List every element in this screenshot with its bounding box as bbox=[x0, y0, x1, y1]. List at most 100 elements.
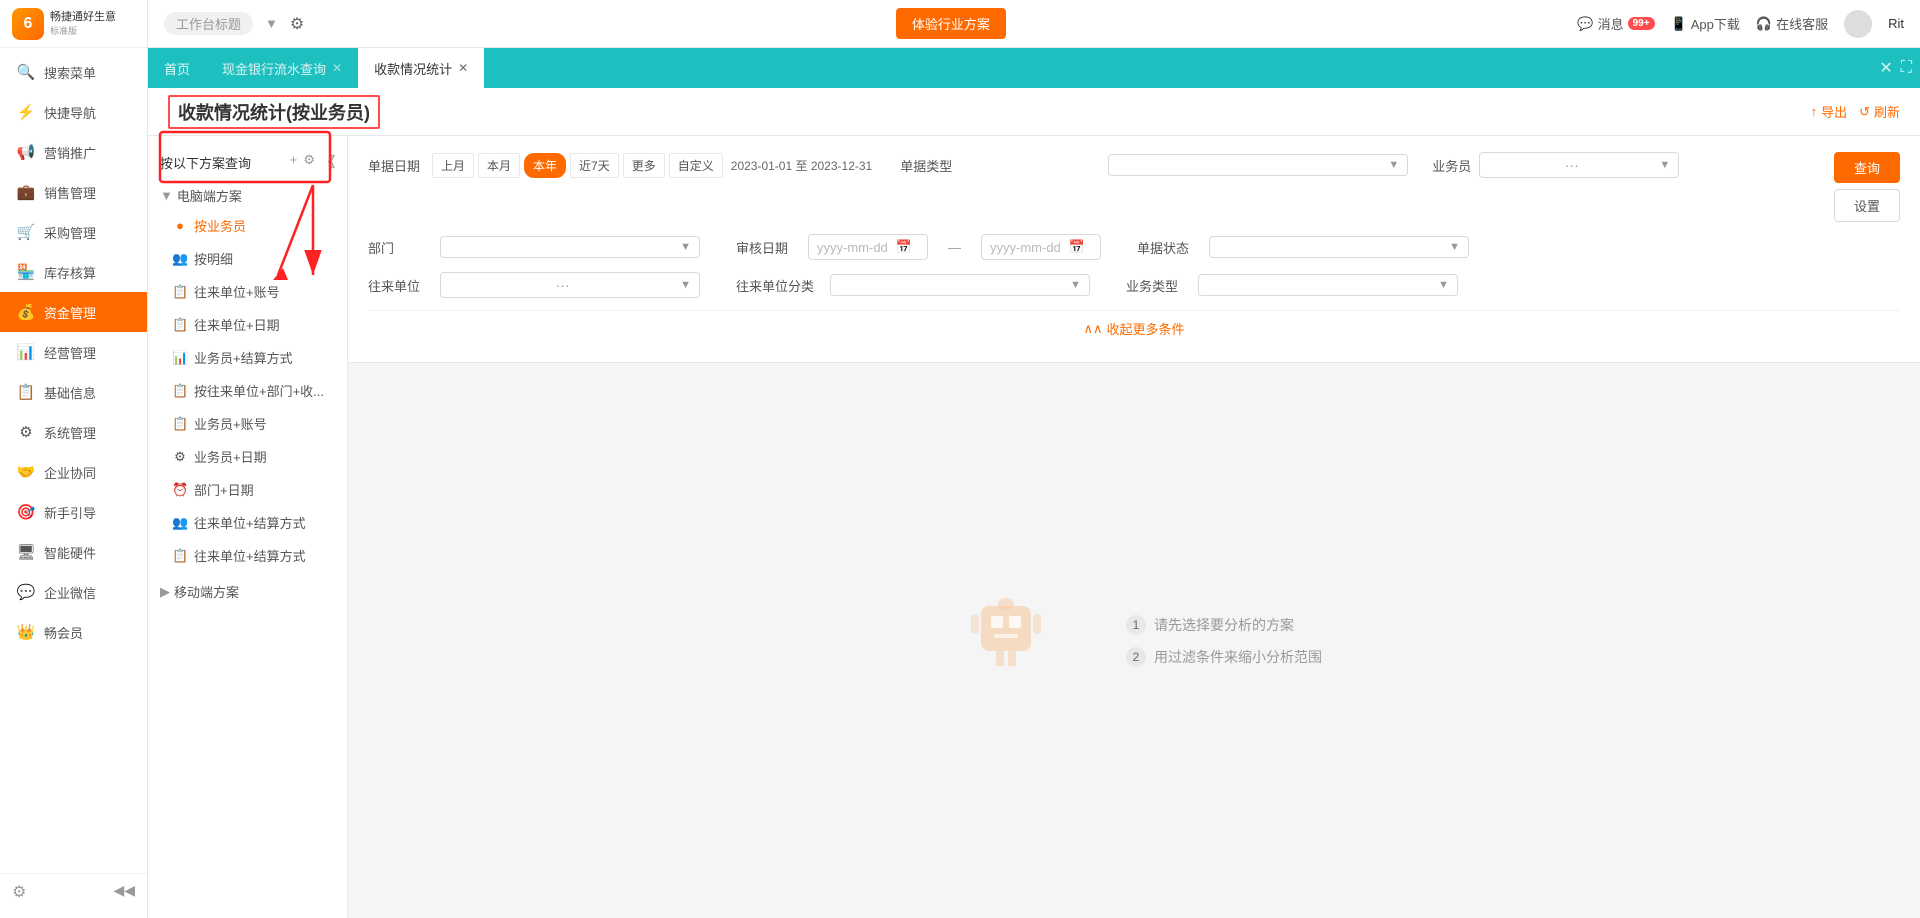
doc-status-chevron-icon: ▼ bbox=[1449, 241, 1460, 253]
sidebar-label-purchase: 采购管理 bbox=[44, 223, 96, 242]
export-btn[interactable]: ↑ 导出 bbox=[1811, 102, 1848, 121]
sidebar-collapse-btn[interactable]: ◀◀ bbox=[113, 882, 135, 902]
audit-date-to-input[interactable]: yyyy-mm-dd 📅 bbox=[981, 234, 1101, 260]
scheme-item-salesperson-date[interactable]: ⚙ 业务员+日期 bbox=[148, 440, 347, 473]
refresh-btn[interactable]: ↺ 刷新 bbox=[1859, 102, 1900, 121]
sidebar-item-system[interactable]: ⚙ 系统管理 bbox=[0, 412, 147, 452]
salesperson-more-btn[interactable]: ··· bbox=[1565, 157, 1579, 173]
message-btn[interactable]: 💬 消息 99+ bbox=[1577, 14, 1654, 33]
mobile-group-arrow-icon: ▶ bbox=[160, 584, 170, 600]
date-btn-more[interactable]: 更多 bbox=[623, 153, 665, 178]
scheme-settings-btn[interactable]: ⚙ bbox=[303, 152, 315, 172]
scheme-item-partner-calc2[interactable]: 📋 往来单位+结算方式 bbox=[148, 539, 347, 572]
scheme-item-partner-dept[interactable]: 📋 按往来单位+部门+收... bbox=[148, 374, 347, 407]
empty-tip-2: 2 用过滤条件来缩小分析范围 bbox=[1126, 647, 1322, 667]
scheme-item-salesperson-calc[interactable]: 📊 业务员+结算方式 bbox=[148, 341, 347, 374]
scheme-item-partner-calc1[interactable]: 👥 往来单位+结算方式 bbox=[148, 506, 347, 539]
sidebar-label-basic-info: 基础信息 bbox=[44, 383, 96, 402]
tab-receipt-stats-label: 收款情况统计 bbox=[374, 59, 452, 78]
tab-bank-flow-close[interactable]: ✕ bbox=[332, 61, 342, 75]
tab-bank-flow-label: 现金银行流水查询 bbox=[222, 59, 326, 78]
tab-home-label: 首页 bbox=[164, 59, 190, 78]
scheme-item-partner-account[interactable]: 📋 往来单位+账号 bbox=[148, 275, 347, 308]
scheme-group-mobile-title[interactable]: ▶ 移动端方案 bbox=[148, 576, 347, 605]
topbar-chevron-icon: ▼ bbox=[265, 16, 278, 31]
basicinfo-icon: 📋 bbox=[16, 382, 36, 402]
tip-text-2: 用过滤条件来缩小分析范围 bbox=[1154, 647, 1322, 667]
user-avatar[interactable] bbox=[1844, 10, 1872, 38]
scheme-item-salesperson-account[interactable]: 📋 业务员+账号 bbox=[148, 407, 347, 440]
sidebar-item-basic-info[interactable]: 📋 基础信息 bbox=[0, 372, 147, 412]
pc-group-arrow-icon: ▼ bbox=[160, 188, 173, 203]
dept-select[interactable]: ▼ bbox=[440, 236, 700, 258]
online-service-btn[interactable]: 🎧 在线客服 bbox=[1756, 14, 1828, 33]
salesperson-scheme-label: 按业务员 bbox=[194, 216, 246, 235]
date-option-group: 上月 本月 本年 近7天 更多 自定义 bbox=[432, 153, 723, 178]
app-download-btn[interactable]: 📱 App下载 bbox=[1671, 14, 1740, 33]
date-btn-last-month[interactable]: 上月 bbox=[432, 153, 474, 178]
sidebar-bottom: ⚙ ◀◀ bbox=[0, 873, 147, 918]
tabbar-maximize-btn[interactable]: ⛶ bbox=[1901, 59, 1912, 77]
sidebar-item-sales[interactable]: 💼 销售管理 bbox=[0, 172, 147, 212]
action-btn-group: 查询 设置 bbox=[1834, 152, 1900, 222]
tabbar: 首页 现金银行流水查询 ✕ 收款情况统计 ✕ ✕ ⛶ bbox=[148, 48, 1920, 88]
sidebar-item-purchase[interactable]: 🛒 采购管理 bbox=[0, 212, 147, 252]
scheme-item-by-detail[interactable]: 👥 按明细 bbox=[148, 242, 347, 275]
sidebar-item-finance[interactable]: 💰 资金管理 bbox=[0, 292, 147, 332]
filter-row-3: 往来单位 ··· ▼ 往来单位分类 ▼ 业务类型 ▼ bbox=[368, 272, 1900, 298]
salesperson-select[interactable]: ··· ▼ bbox=[1479, 152, 1679, 178]
sidebar-item-corp-coop[interactable]: 🤝 企业协同 bbox=[0, 452, 147, 492]
message-icon: 💬 bbox=[1577, 16, 1593, 32]
partner-select[interactable]: ··· ▼ bbox=[440, 272, 700, 298]
query-btn[interactable]: 查询 bbox=[1834, 152, 1900, 183]
date-btn-this-year[interactable]: 本年 bbox=[524, 153, 566, 178]
collapse-filter-btn[interactable]: ∧∧ 收起更多条件 bbox=[368, 310, 1900, 346]
sidebar-label-quick-nav: 快捷导航 bbox=[44, 103, 96, 122]
sidebar-item-quick-nav[interactable]: ⚡ 快捷导航 bbox=[0, 92, 147, 132]
inventory-icon: 🏪 bbox=[16, 262, 36, 282]
scheme-group-pc-title[interactable]: ▼ 电脑端方案 bbox=[148, 180, 347, 209]
sidebar-settings-btn[interactable]: ⚙ bbox=[12, 882, 26, 902]
sidebar-item-operation[interactable]: 📊 经营管理 bbox=[0, 332, 147, 372]
tab-receipt-stats-close[interactable]: ✕ bbox=[458, 61, 468, 75]
partner-more-btn[interactable]: ··· bbox=[556, 277, 570, 293]
audit-date-from-input[interactable]: yyyy-mm-dd 📅 bbox=[808, 234, 928, 260]
sidebar-item-newcomer[interactable]: 🎯 新手引导 bbox=[0, 492, 147, 532]
tab-bank-flow[interactable]: 现金银行流水查询 ✕ bbox=[206, 48, 358, 88]
try-industry-btn[interactable]: 体验行业方案 bbox=[896, 8, 1006, 39]
sidebar-item-corp-wechat[interactable]: 💬 企业微信 bbox=[0, 572, 147, 612]
doc-status-label: 单据状态 bbox=[1137, 238, 1193, 257]
tip-num-1: 1 bbox=[1126, 615, 1146, 635]
gear-btn[interactable]: ⚙ bbox=[290, 14, 304, 34]
sidebar-item-inventory[interactable]: 🏪 库存核算 bbox=[0, 252, 147, 292]
sidebar-item-vip[interactable]: 👑 畅会员 bbox=[0, 612, 147, 652]
sidebar-item-marketing[interactable]: 📢 营销推广 bbox=[0, 132, 147, 172]
tab-receipt-stats[interactable]: 收款情况统计 ✕ bbox=[358, 48, 484, 88]
scheme-panel-title: 按以下方案查询 bbox=[160, 153, 290, 172]
partner-cat-select[interactable]: ▼ bbox=[830, 274, 1090, 296]
robot-illustration bbox=[956, 586, 1056, 676]
scheme-item-partner-date[interactable]: 📋 往来单位+日期 bbox=[148, 308, 347, 341]
settings-btn[interactable]: 设置 bbox=[1834, 189, 1900, 222]
date-btn-this-month[interactable]: 本月 bbox=[478, 153, 520, 178]
topbar-breadcrumb: 工作台标题 bbox=[164, 12, 253, 35]
scheme-collapse-btn[interactable]: 《 bbox=[321, 152, 335, 172]
audit-date-to-calendar-icon: 📅 bbox=[1069, 239, 1085, 255]
collapse-label: 收起更多条件 bbox=[1107, 319, 1185, 338]
doc-status-select[interactable]: ▼ bbox=[1209, 236, 1469, 258]
app-download-label: App下载 bbox=[1691, 14, 1740, 33]
sidebar-item-search[interactable]: 🔍 搜索菜单 bbox=[0, 52, 147, 92]
date-btn-last7[interactable]: 近7天 bbox=[570, 153, 619, 178]
partner-account-label: 往来单位+账号 bbox=[194, 282, 280, 301]
tab-home[interactable]: 首页 bbox=[148, 48, 206, 88]
sidebar-item-smart-hw[interactable]: 🖥 智能硬件 bbox=[0, 532, 147, 572]
biz-type-select[interactable]: ▼ bbox=[1198, 274, 1458, 296]
partner-calc1-label: 往来单位+结算方式 bbox=[194, 513, 306, 532]
system-icon: ⚙ bbox=[16, 422, 36, 442]
date-btn-custom[interactable]: 自定义 bbox=[669, 153, 723, 178]
scheme-add-btn[interactable]: + bbox=[290, 152, 298, 172]
doc-type-select[interactable]: ▼ bbox=[1108, 154, 1408, 176]
scheme-item-by-salesperson[interactable]: ● 按业务员 bbox=[148, 209, 347, 242]
scheme-item-dept-date[interactable]: ⏰ 部门+日期 bbox=[148, 473, 347, 506]
tabbar-close-all-btn[interactable]: ✕ bbox=[1879, 58, 1892, 78]
